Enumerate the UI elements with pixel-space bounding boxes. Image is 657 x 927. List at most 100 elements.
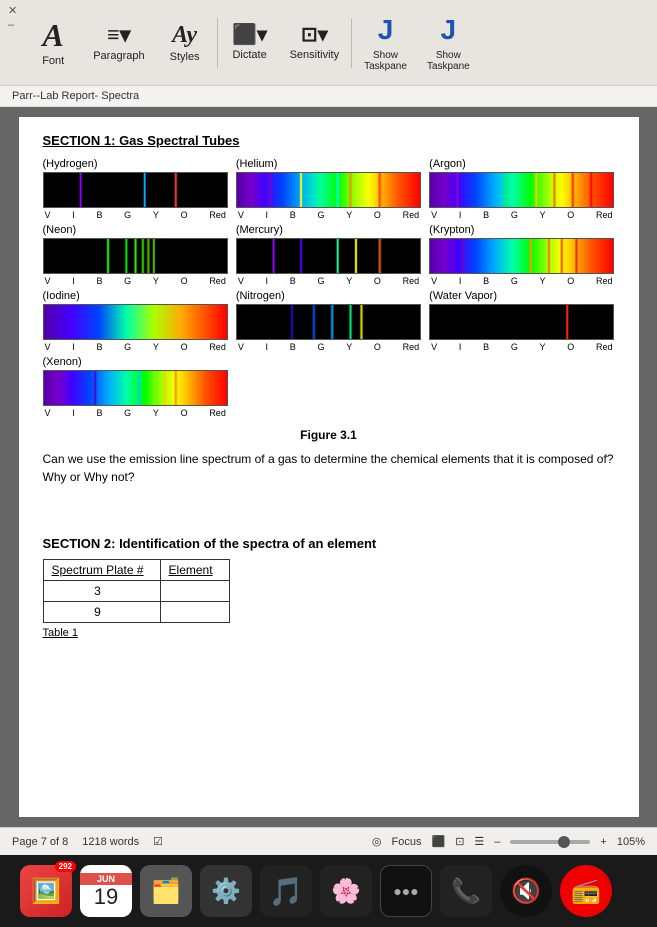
empty-cell-1 [236,356,421,418]
sensitivity-icon: ⊡▾ [301,25,328,45]
spectrum-helium: (Helium) VIBGYORed [236,158,421,220]
close-icon[interactable]: ✕ [8,4,17,17]
toolbar-show-taskpane-2[interactable]: J ShowTaskpane [417,10,480,76]
calendar-month: JUN [80,873,132,885]
dock-badge: 292 [55,861,76,872]
spectrum-axis-xenon: VIBGYORed [43,408,228,418]
spectrum-neon: (Neon) VIBGYORed [43,224,228,286]
dock-photo[interactable]: 🖼️ 292 [20,865,72,917]
breadcrumb: Parr--Lab Report- Spectra [0,86,657,107]
status-bar: Page 7 of 8 1218 words ☑ ◎ Focus ⬛ ⊡ ☰ –… [0,827,657,855]
spectrum-bar-hydrogen [43,172,228,208]
dock-podcast[interactable]: 📻 [560,865,612,917]
table-cell-element-1 [160,581,229,602]
spectrum-axis-helium: VIBGYORed [236,210,421,220]
dock-music[interactable]: 🎵 [260,865,312,917]
question-text: Can we use the emission line spectrum of… [43,450,615,486]
font-icon: A [43,19,64,51]
photo-icon: 🖼️ [31,877,61,906]
styles-icon: Ay [172,23,197,47]
dock-phone[interactable]: 📞 [440,865,492,917]
more-icon: ●●● [393,883,418,899]
spectrum-axis-water-vapor: VIBGYORed [429,342,614,352]
finder-icon: 🗂️ [151,877,181,906]
toolbar-divider [217,18,218,68]
taskpane-icon-2: J [441,14,457,46]
document-wrapper: SECTION 1: Gas Spectral Tubes (Hydrogen)… [0,107,657,827]
toolbar-font[interactable]: A Font [23,15,83,71]
spectrum-nitrogen: (Nitrogen) VIBGYORed [236,290,421,352]
toolbar: ✕ – A Font ≡▾ Paragraph Ay Styles ⬛▾ Dic… [0,0,657,86]
spectrum-axis-iodine: VIBGYORed [43,342,228,352]
spectrum-bar-krypton [429,238,614,274]
spectrum-axis-hydrogen: VIBGYORed [43,210,228,220]
paragraph-icon: ≡▾ [107,24,131,46]
siri-icon: 🔇 [511,877,541,906]
section2-title: SECTION 2: Identification of the spectra… [43,536,615,551]
zoom-plus[interactable]: + [600,836,606,848]
dictate-label: Dictate [232,49,266,61]
dock-finder[interactable]: 🗂️ [140,865,192,917]
paragraph-label: Paragraph [93,50,144,62]
toolbar-sensitivity[interactable]: ⊡▾ Sensitivity [280,21,350,65]
spectrum-axis-krypton: VIBGYORed [429,276,614,286]
podcast-icon: 📻 [571,877,601,906]
document-area: SECTION 1: Gas Spectral Tubes (Hydrogen)… [19,117,639,817]
answer-area [43,506,615,524]
check-icon[interactable]: ☑ [153,835,163,848]
dock-settings[interactable]: ⚙️ [200,865,252,917]
table-row: 9 [43,602,229,623]
spectrum-bar-xenon [43,370,228,406]
spectrum-xenon: (Xenon) VIBGYORed [43,356,228,418]
toolbar-styles[interactable]: Ay Styles [155,19,215,67]
focus-icon[interactable]: ◎ [372,835,382,848]
spectrum-bar-water-vapor [429,304,614,340]
photos-icon: 🌸 [331,877,361,906]
read-view-icon[interactable]: ⊡ [455,835,464,848]
table-cell-plate-1: 3 [43,581,160,602]
spectrum-bar-mercury [236,238,421,274]
dock-siri[interactable]: 🔇 [500,865,552,917]
table-cell-plate-2: 9 [43,602,160,623]
table-header-plate: Spectrum Plate # [43,560,160,581]
zoom-minus[interactable]: – [494,836,500,848]
spectrum-axis-argon: VIBGYORed [429,210,614,220]
dock-calendar[interactable]: JUN 19 [80,865,132,917]
spectra-grid: (Hydrogen) VIBGYORed (Helium) VIBGYORed [43,158,615,418]
minimize-icon[interactable]: – [8,19,17,31]
empty-cell-2 [429,356,614,418]
toolbar-show-taskpane-1[interactable]: J ShowTaskpane [354,10,417,76]
section1-title: SECTION 1: Gas Spectral Tubes [43,133,615,148]
styles-label: Styles [170,51,200,63]
toolbar-paragraph[interactable]: ≡▾ Paragraph [83,20,154,66]
taskpane-label-1: ShowTaskpane [364,50,407,72]
dock-more[interactable]: ●●● [380,865,432,917]
toolbar-dictate[interactable]: ⬛▾ Dictate [220,21,280,65]
spectrum-axis-nitrogen: VIBGYORed [236,342,421,352]
spectrum-bar-nitrogen [236,304,421,340]
table-row: 3 [43,581,229,602]
focus-label[interactable]: Focus [392,836,422,848]
calendar-day: 19 [94,885,118,909]
settings-icon: ⚙️ [211,877,241,906]
spectrum-bar-iodine [43,304,228,340]
page-view-icon[interactable]: ⬛ [432,835,446,848]
zoom-thumb [558,836,570,848]
spectrum-krypton: (Krypton) VIBGYORed [429,224,614,286]
spectrum-bar-argon [429,172,614,208]
dock-photos[interactable]: 🌸 [320,865,372,917]
sensitivity-label: Sensitivity [290,49,340,61]
word-count: 1218 words [82,836,139,848]
spectrum-bar-helium [236,172,421,208]
page-info: Page 7 of 8 [12,836,68,848]
taskpane-icon-1: J [378,14,394,46]
zoom-slider[interactable] [510,840,590,844]
zoom-percent[interactable]: 105% [617,836,645,848]
spectrum-iodine: (Iodine) VIBGYORed [43,290,228,352]
spectrum-argon: (Argon) VIBGYORed [429,158,614,220]
font-label: Font [42,55,64,67]
phone-icon: 📞 [451,877,481,906]
spectrum-mercury: (Mercury) VIBGYORed [236,224,421,286]
table-header-element: Element [160,560,229,581]
outline-icon[interactable]: ☰ [474,835,484,848]
